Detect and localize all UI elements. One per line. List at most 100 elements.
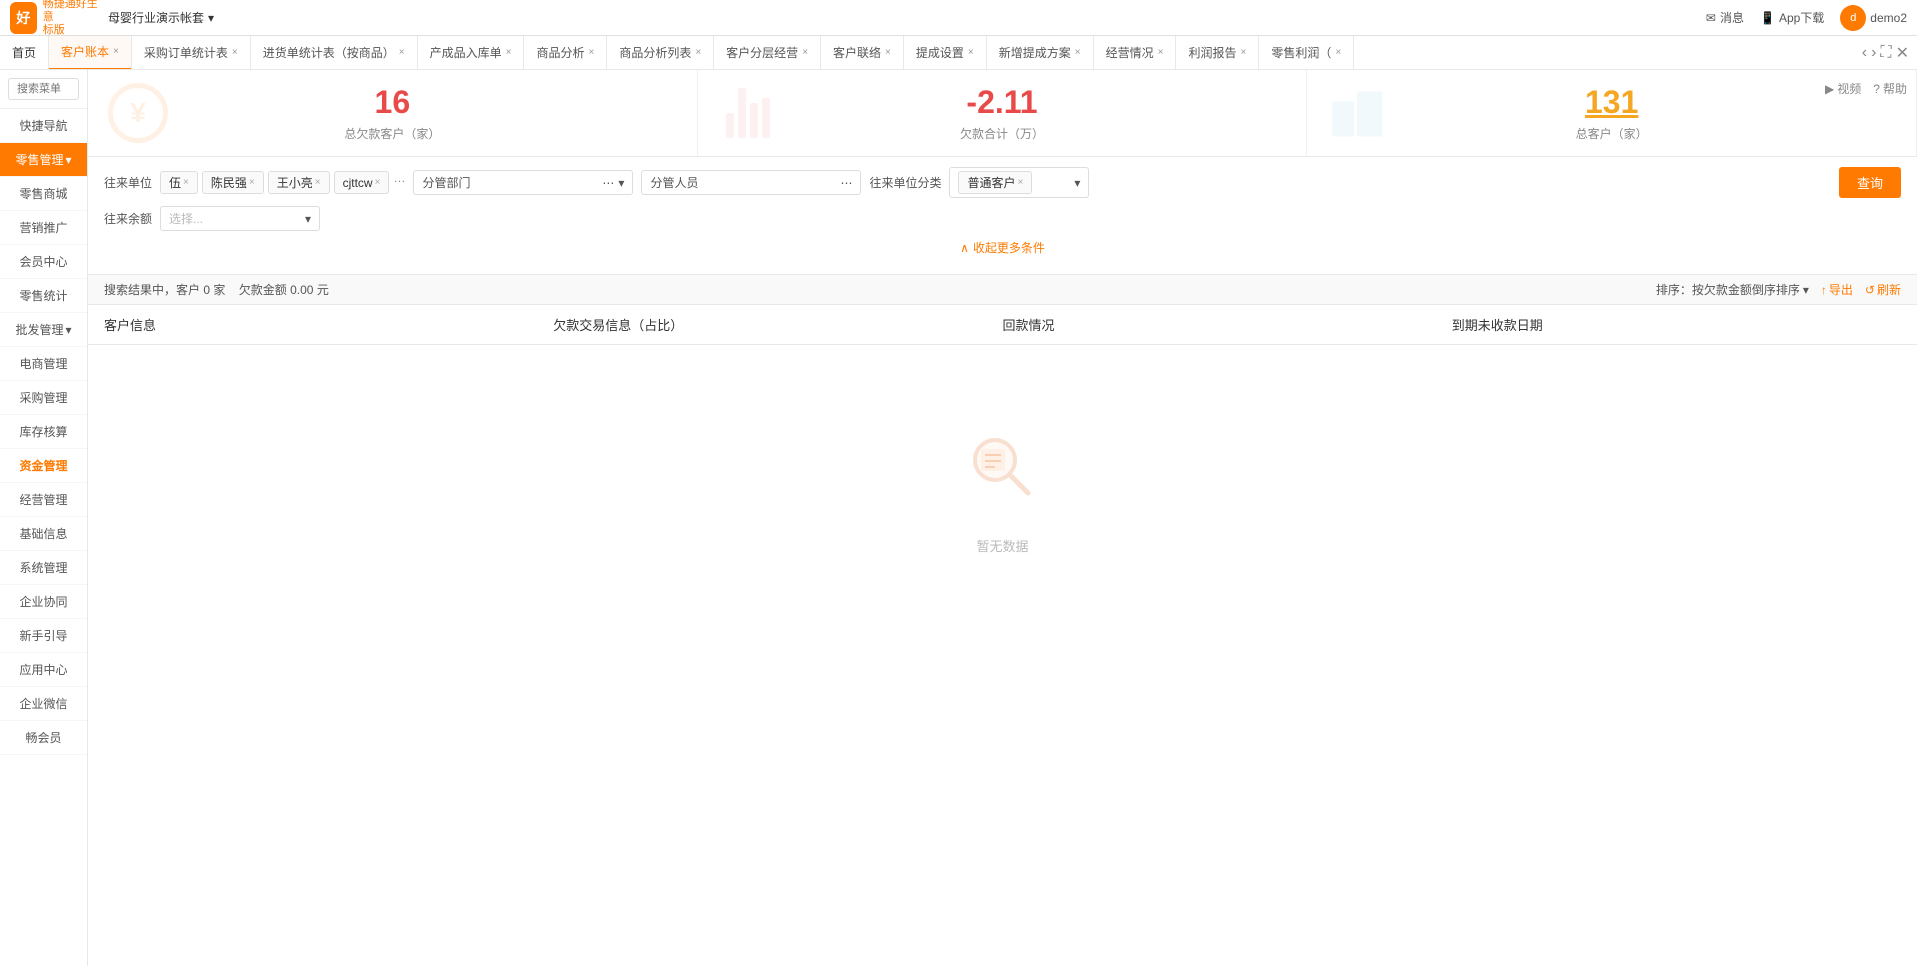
expand-icon: ⋯ [602, 176, 614, 190]
tag-close-cj[interactable]: × [375, 177, 381, 188]
col-due-date: 到期未收款日期 [1452, 315, 1901, 334]
query-button[interactable]: 查询 [1839, 167, 1901, 198]
content-area: ¥ 16 总欠款客户（家） -2.11 [88, 70, 1917, 966]
sidebar-item-app-center[interactable]: 应用中心 [0, 653, 87, 687]
tab-label: 客户联络 [833, 44, 881, 61]
top-bar-right: ✉ 消息 📱 App下载 d demo2 [1706, 5, 1907, 31]
collapse-button[interactable]: ∧ 收起更多条件 [960, 239, 1045, 256]
tab-close-icon[interactable]: × [968, 47, 974, 58]
tab-close-icon[interactable]: × [885, 47, 891, 58]
sidebar-item-finance[interactable]: 资金管理 [0, 449, 87, 483]
app-download-btn[interactable]: 📱 App下载 [1760, 9, 1824, 26]
empty-icon [963, 425, 1043, 524]
stat-all-label: 总客户（家） [1576, 125, 1648, 142]
top-bar: 好 畅捷通好生意 标版 母婴行业演示帐套 ▾ ✉ 消息 📱 App下载 d de… [0, 0, 1917, 36]
sidebar-item-enterprise[interactable]: 企业协同 [0, 585, 87, 619]
sidebar-item-retail-mgmt[interactable]: 零售管理 ▾ [0, 143, 87, 177]
sidebar-item-retail-stats[interactable]: 零售统计 [0, 279, 87, 313]
sidebar-search-area [0, 70, 87, 109]
stat-all-value[interactable]: 131 [1585, 84, 1638, 121]
dept-select[interactable]: 分管部门 ⋯ ▾ [413, 170, 633, 195]
sidebar-item-system[interactable]: 系统管理 [0, 551, 87, 585]
tab-new-plan[interactable]: 新增提成方案 × [987, 36, 1094, 70]
tag-close-wang[interactable]: × [315, 177, 321, 188]
tab-profit-report[interactable]: 利润报告 × [1176, 36, 1259, 70]
tab-next-icon[interactable]: › [1871, 44, 1876, 62]
export-icon: ↑ [1821, 283, 1827, 297]
sidebar-item-ecommerce[interactable]: 电商管理 [0, 347, 87, 381]
filter-more-tags[interactable]: … [393, 171, 405, 194]
sidebar-item-enterprise-wechat[interactable]: 企业微信 [0, 687, 87, 721]
tab-close-icon[interactable]: × [232, 47, 238, 58]
filter-tag-chen[interactable]: 陈民强 × [202, 171, 264, 194]
tab-close-icon[interactable]: × [1335, 47, 1341, 58]
balance-select[interactable]: 选择... ▾ [160, 206, 320, 231]
sidebar-item-purchase[interactable]: 采购管理 [0, 381, 87, 415]
sidebar-item-operation-mgmt[interactable]: 经营管理 [0, 483, 87, 517]
tab-purchase-order[interactable]: 采购订单统计表 × [132, 36, 251, 70]
col-debt-info: 欠款交易信息（占比） [553, 315, 1002, 334]
search-result-text: 搜索结果中，客户 0 家 欠款金额 0.00 元 [104, 281, 329, 298]
workspace-select[interactable]: 母婴行业演示帐套 ▾ [108, 9, 214, 26]
sidebar-item-vip-member[interactable]: 畅会员 [0, 721, 87, 755]
empty-state: 暂无数据 [88, 345, 1917, 635]
category-select[interactable]: 普通客户 × ▾ [949, 167, 1089, 198]
tab-home[interactable]: 首页 [0, 36, 49, 70]
tab-close-icon[interactable]: × [506, 47, 512, 58]
export-button[interactable]: ↑ 导出 [1821, 281, 1853, 298]
filter-tag-wu[interactable]: 伍 × [160, 171, 198, 194]
tag-close-wu[interactable]: × [183, 177, 189, 188]
download-icon: 📱 [1760, 11, 1775, 25]
tab-close-icon[interactable]: × [802, 47, 808, 58]
tab-label: 商品分析列表 [619, 44, 691, 61]
tag-close-chen[interactable]: × [249, 177, 255, 188]
tab-label: 经营情况 [1106, 44, 1154, 61]
refresh-button[interactable]: ↺ 刷新 [1865, 281, 1901, 298]
help-btn[interactable]: ? 帮助 [1873, 80, 1907, 97]
sidebar: 快捷导航 零售管理 ▾ 零售商城 营销推广 会员中心 零售统计 批发管理 ▾ 电… [0, 70, 88, 966]
person-select[interactable]: 分管人员 ⋯ [641, 170, 861, 195]
stat-total-customers: ¥ 16 总欠款客户（家） [88, 70, 698, 156]
tab-retail-profit[interactable]: 零售利润（ × [1259, 36, 1354, 70]
sidebar-item-newbie[interactable]: 新手引导 [0, 619, 87, 653]
tab-product-storage[interactable]: 产成品入库单 × [418, 36, 525, 70]
search-input[interactable] [8, 78, 79, 100]
tab-close-icon[interactable]: × [1075, 47, 1081, 58]
tab-close-icon[interactable]: × [1158, 47, 1164, 58]
message-btn[interactable]: ✉ 消息 [1706, 9, 1744, 26]
tab-close-icon[interactable]: × [695, 47, 701, 58]
tab-reminder-settings[interactable]: 提成设置 × [904, 36, 987, 70]
tab-operation[interactable]: 经营情况 × [1094, 36, 1177, 70]
sidebar-item-quick-nav[interactable]: 快捷导航 [0, 109, 87, 143]
filter-tag-wang[interactable]: 王小亮 × [268, 171, 330, 194]
filter-tags-area: 伍 × 陈民强 × 王小亮 × cjttcw × … [160, 171, 405, 194]
tab-label: 产成品入库单 [430, 44, 502, 61]
tab-customer-cost[interactable]: 客户账本 × [49, 36, 132, 70]
sidebar-item-wholesale[interactable]: 批发管理 ▾ [0, 313, 87, 347]
tab-close-icon[interactable]: × [399, 47, 405, 58]
tab-purchase-stats[interactable]: 进货单统计表（按商品） × [251, 36, 418, 70]
sidebar-item-marketing[interactable]: 营销推广 [0, 211, 87, 245]
tab-close-icon[interactable]: × [1240, 47, 1246, 58]
avatar: d [1840, 5, 1866, 31]
tab-close-icon[interactable]: × [588, 47, 594, 58]
sidebar-item-basic-info[interactable]: 基础信息 [0, 517, 87, 551]
sidebar-item-member[interactable]: 会员中心 [0, 245, 87, 279]
category-tag-close[interactable]: × [1017, 177, 1023, 188]
user-menu[interactable]: d demo2 [1840, 5, 1907, 31]
sort-select[interactable]: 排序：按欠款金额倒序排序 ▾ [1656, 281, 1809, 298]
tab-close-icon[interactable]: × [113, 46, 119, 57]
tab-fullscreen-icon[interactable]: ⛶ [1880, 44, 1891, 62]
tab-product-analysis-list[interactable]: 商品分析列表 × [607, 36, 714, 70]
tab-close-all-icon[interactable]: ✕ [1896, 43, 1909, 63]
tab-product-analysis[interactable]: 商品分析 × [524, 36, 607, 70]
tab-customer-contact[interactable]: 客户联络 × [821, 36, 904, 70]
stats-bar: ¥ 16 总欠款客户（家） -2.11 [88, 70, 1917, 157]
tab-label: 采购订单统计表 [144, 44, 228, 61]
tab-prev-icon[interactable]: ‹ [1862, 44, 1867, 62]
sidebar-item-inventory[interactable]: 库存核算 [0, 415, 87, 449]
video-btn[interactable]: ▶ 视频 [1825, 80, 1861, 97]
filter-tag-cj[interactable]: cjttcw × [334, 171, 390, 194]
tab-customer-tier[interactable]: 客户分层经营 × [714, 36, 821, 70]
sidebar-item-retail-mall[interactable]: 零售商城 [0, 177, 87, 211]
